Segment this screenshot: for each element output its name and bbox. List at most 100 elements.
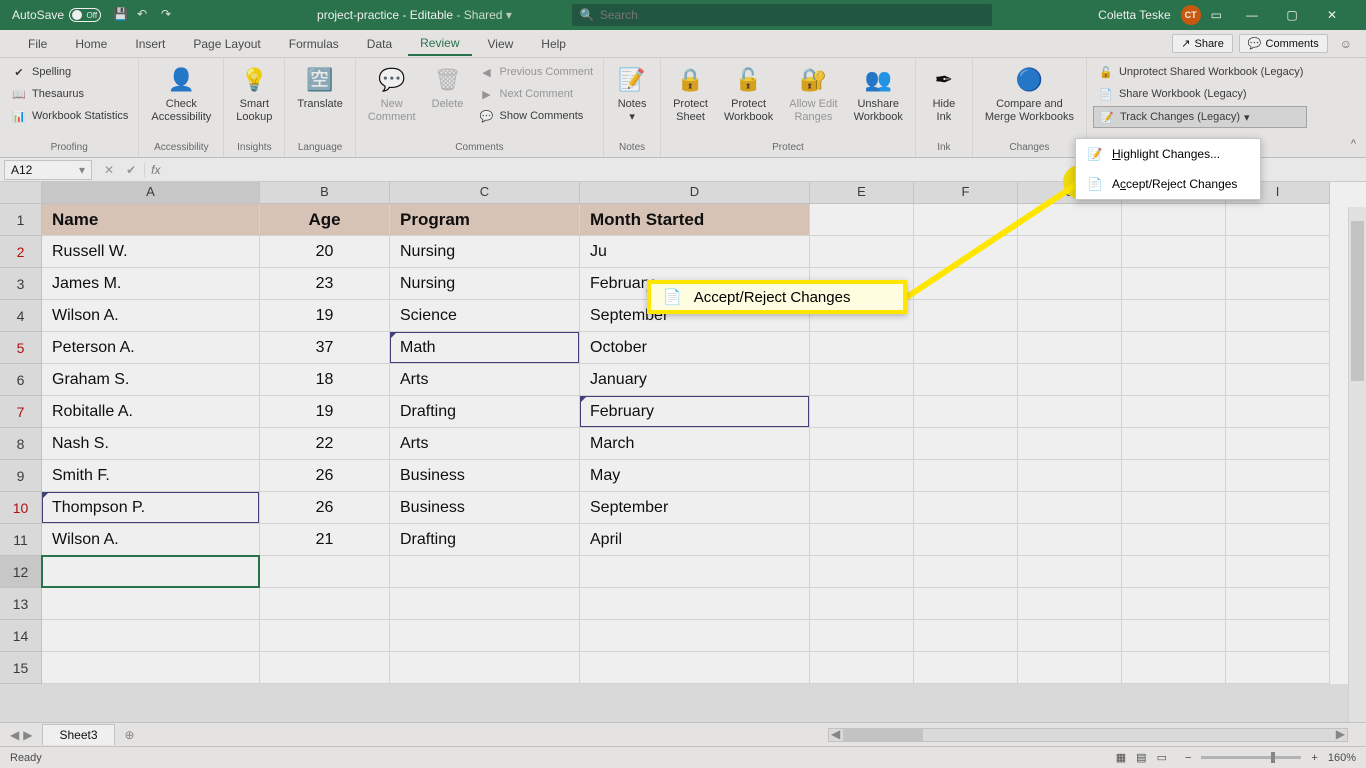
cell[interactable]: [1018, 556, 1122, 588]
cell[interactable]: Wilson A.: [42, 300, 260, 332]
cell[interactable]: Nursing: [390, 236, 580, 268]
tab-view[interactable]: View: [476, 33, 526, 55]
cell[interactable]: Nash S.: [42, 428, 260, 460]
cell[interactable]: [914, 620, 1018, 652]
tab-review[interactable]: Review: [408, 32, 471, 56]
zoom-out-icon[interactable]: −: [1185, 752, 1191, 764]
notes-button[interactable]: 📝Notes▾: [610, 62, 654, 140]
cell[interactable]: [914, 268, 1018, 300]
row-header[interactable]: 11: [0, 524, 42, 556]
redo-icon[interactable]: ↷: [161, 7, 177, 23]
share-button[interactable]: ↗ Share: [1172, 34, 1233, 53]
accept-reject-item[interactable]: 📄Accept/Reject Changes: [1076, 169, 1260, 199]
cell[interactable]: [390, 556, 580, 588]
close-button[interactable]: ✕: [1312, 0, 1352, 30]
cell[interactable]: [580, 652, 810, 684]
cell[interactable]: [810, 492, 914, 524]
sheet-prev-icon[interactable]: ◀: [10, 728, 19, 742]
cell[interactable]: [914, 236, 1018, 268]
cell[interactable]: [1018, 396, 1122, 428]
cell[interactable]: [1122, 588, 1226, 620]
cell[interactable]: 21: [260, 524, 390, 556]
row-header[interactable]: 6: [0, 364, 42, 396]
row-header[interactable]: 12: [0, 556, 42, 588]
highlight-changes-item[interactable]: 📝Highlight Changes...: [1076, 139, 1260, 169]
maximize-button[interactable]: ▢: [1272, 0, 1312, 30]
row-header[interactable]: 2: [0, 236, 42, 268]
search-box[interactable]: 🔍: [572, 4, 992, 26]
row-header[interactable]: 9: [0, 460, 42, 492]
row-header[interactable]: 5: [0, 332, 42, 364]
cell[interactable]: Robitalle A.: [42, 396, 260, 428]
cell[interactable]: [1018, 460, 1122, 492]
row-header[interactable]: 4: [0, 300, 42, 332]
cell[interactable]: [810, 588, 914, 620]
column-header[interactable]: E: [810, 182, 914, 204]
undo-icon[interactable]: ↶: [137, 7, 153, 23]
cell[interactable]: [1122, 300, 1226, 332]
cell[interactable]: [42, 620, 260, 652]
hide-ink-button[interactable]: ✒Hide Ink: [922, 62, 966, 140]
cell[interactable]: [1018, 652, 1122, 684]
cell[interactable]: April: [580, 524, 810, 556]
cell[interactable]: [914, 556, 1018, 588]
cell[interactable]: 26: [260, 492, 390, 524]
cancel-icon[interactable]: ✕: [104, 163, 114, 177]
cell[interactable]: 26: [260, 460, 390, 492]
cell[interactable]: [1122, 396, 1226, 428]
cell[interactable]: May: [580, 460, 810, 492]
cell[interactable]: 19: [260, 396, 390, 428]
cell[interactable]: [810, 204, 914, 236]
cell[interactable]: Name: [42, 204, 260, 236]
cell[interactable]: [914, 332, 1018, 364]
cell[interactable]: 37: [260, 332, 390, 364]
avatar[interactable]: CT: [1181, 5, 1201, 25]
cell[interactable]: [1018, 204, 1122, 236]
cell[interactable]: [260, 620, 390, 652]
tab-page-layout[interactable]: Page Layout: [181, 33, 272, 55]
sheet-next-icon[interactable]: ▶: [23, 728, 32, 742]
minimize-button[interactable]: —: [1232, 0, 1272, 30]
cell[interactable]: [1226, 364, 1330, 396]
cell[interactable]: [810, 396, 914, 428]
cell[interactable]: [1122, 460, 1226, 492]
cell[interactable]: [1226, 652, 1330, 684]
cell[interactable]: [1226, 204, 1330, 236]
compare-merge-button[interactable]: 🔵Compare and Merge Workbooks: [979, 62, 1080, 140]
cell[interactable]: [1226, 268, 1330, 300]
cell[interactable]: [1018, 300, 1122, 332]
cell[interactable]: [1122, 364, 1226, 396]
tab-insert[interactable]: Insert: [123, 33, 177, 55]
cell[interactable]: [1226, 556, 1330, 588]
cell[interactable]: [1226, 396, 1330, 428]
cell[interactable]: Science: [390, 300, 580, 332]
smiley-icon[interactable]: ☺: [1340, 37, 1352, 51]
row-header[interactable]: 3: [0, 268, 42, 300]
cell[interactable]: [914, 428, 1018, 460]
cell[interactable]: [1226, 236, 1330, 268]
cell[interactable]: October: [580, 332, 810, 364]
cell[interactable]: [810, 428, 914, 460]
select-all-corner[interactable]: [0, 182, 42, 204]
cell[interactable]: [1226, 300, 1330, 332]
cell[interactable]: Program: [390, 204, 580, 236]
cell[interactable]: [810, 556, 914, 588]
cell[interactable]: September: [580, 492, 810, 524]
tab-data[interactable]: Data: [355, 33, 404, 55]
row-header[interactable]: 13: [0, 588, 42, 620]
cell[interactable]: Wilson A.: [42, 524, 260, 556]
share-workbook-button[interactable]: 📄Share Workbook (Legacy): [1093, 84, 1307, 104]
cell[interactable]: [390, 588, 580, 620]
cell[interactable]: [1122, 428, 1226, 460]
cell[interactable]: February: [580, 396, 810, 428]
cell[interactable]: Age: [260, 204, 390, 236]
cell[interactable]: [914, 524, 1018, 556]
row-header[interactable]: 1: [0, 204, 42, 236]
cell[interactable]: [810, 236, 914, 268]
cell[interactable]: [1018, 428, 1122, 460]
cell[interactable]: [1226, 428, 1330, 460]
row-header[interactable]: 8: [0, 428, 42, 460]
cell[interactable]: [914, 492, 1018, 524]
save-icon[interactable]: 💾: [113, 7, 129, 23]
cell[interactable]: [580, 556, 810, 588]
